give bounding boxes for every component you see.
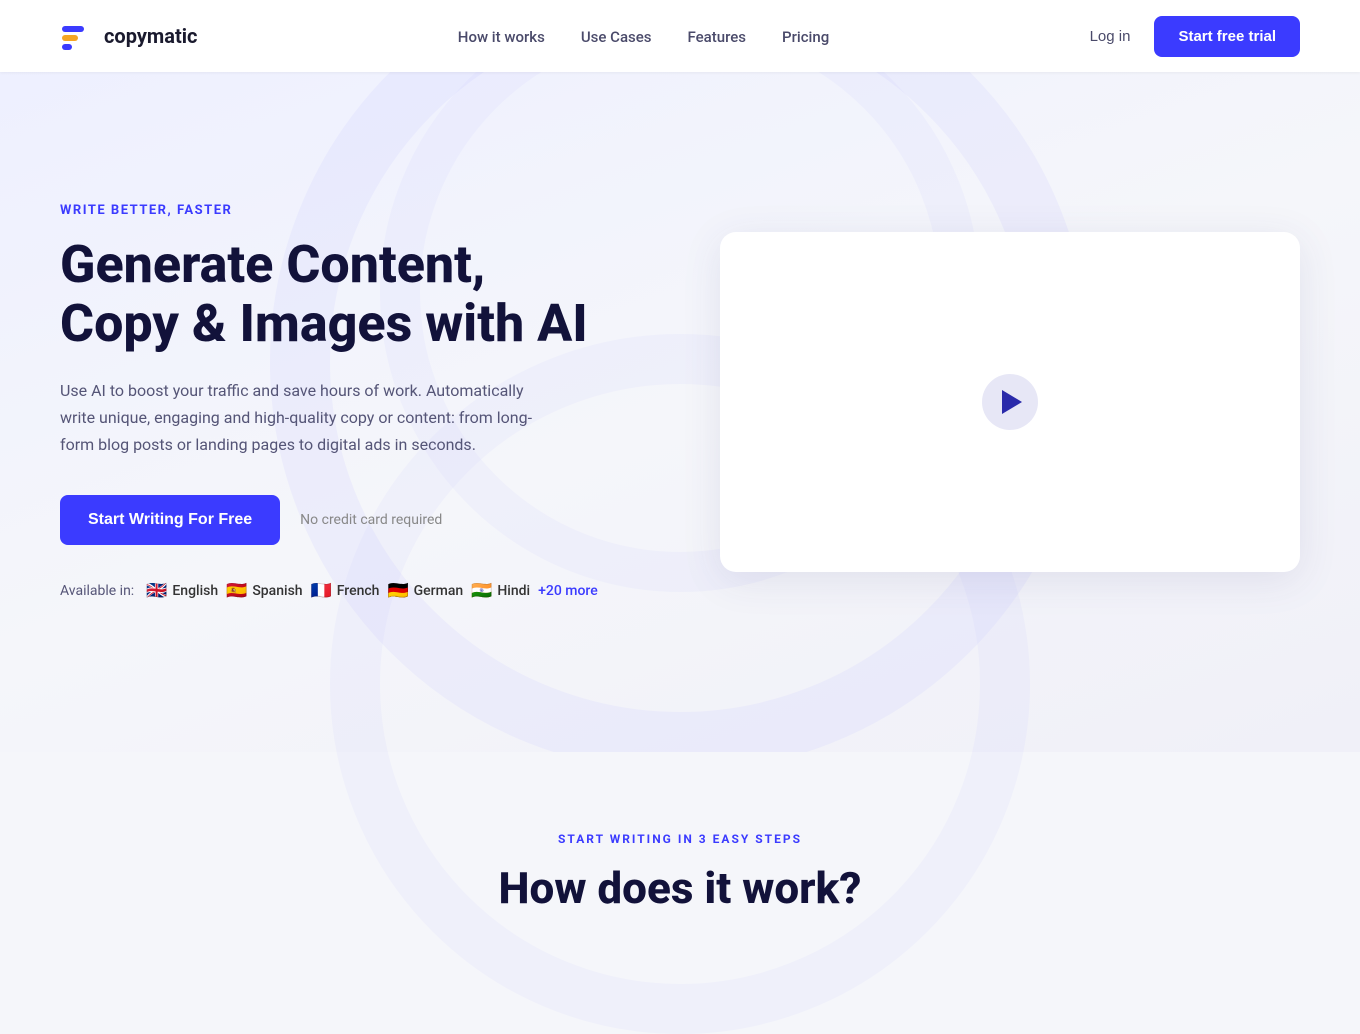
logo-icon — [60, 18, 96, 54]
hero-description: Use AI to boost your traffic and save ho… — [60, 377, 560, 459]
navbar: copymatic How it works Use Cases Feature… — [0, 0, 1360, 72]
german-flag: 🇩🇪 — [387, 581, 408, 601]
no-credit-label: No credit card required — [300, 512, 442, 528]
nav-how-it-works[interactable]: How it works — [458, 28, 545, 46]
hero-video-area — [640, 232, 1300, 572]
nav-features[interactable]: Features — [688, 28, 746, 46]
how-it-works-section: START WRITING IN 3 EASY STEPS How does i… — [0, 752, 1360, 974]
english-flag: 🇬🇧 — [146, 581, 167, 601]
hero-title: Generate Content, Copy & Images with AI — [60, 236, 640, 352]
german-label: German — [414, 583, 464, 599]
hero-section: WRITE BETTER, FASTER Generate Content, C… — [0, 72, 1360, 752]
play-icon — [1002, 390, 1022, 414]
steps-title: How does it work? — [60, 862, 1300, 914]
nav-right: Log in Start free trial — [1090, 16, 1300, 57]
start-writing-button[interactable]: Start Writing For Free — [60, 495, 280, 545]
nav-links: How it works Use Cases Features Pricing — [458, 27, 829, 46]
play-button[interactable] — [982, 374, 1038, 430]
french-flag: 🇫🇷 — [311, 581, 332, 601]
available-in: Available in: 🇬🇧 English 🇪🇸 Spanish 🇫🇷 F… — [60, 581, 640, 601]
lang-english: 🇬🇧 English — [146, 581, 218, 601]
nav-pricing[interactable]: Pricing — [782, 28, 829, 46]
english-label: English — [172, 583, 218, 599]
steps-eyebrow: START WRITING IN 3 EASY STEPS — [60, 832, 1300, 846]
hero-eyebrow: WRITE BETTER, FASTER — [60, 203, 640, 218]
french-label: French — [337, 583, 380, 599]
hero-content: WRITE BETTER, FASTER Generate Content, C… — [60, 203, 640, 600]
video-container[interactable] — [720, 232, 1300, 572]
logo-link[interactable]: copymatic — [60, 18, 197, 54]
spanish-flag: 🇪🇸 — [226, 581, 247, 601]
hero-title-line1: Generate Content, — [60, 234, 485, 295]
hindi-label: Hindi — [497, 583, 530, 599]
lang-hindi: 🇮🇳 Hindi — [471, 581, 530, 601]
logo-text: copymatic — [104, 24, 197, 48]
lang-spanish: 🇪🇸 Spanish — [226, 581, 302, 601]
hindi-flag: 🇮🇳 — [471, 581, 492, 601]
start-trial-button[interactable]: Start free trial — [1154, 16, 1300, 57]
login-button[interactable]: Log in — [1090, 28, 1131, 45]
hero-cta: Start Writing For Free No credit card re… — [60, 495, 640, 545]
hero-title-line2: Copy & Images with AI — [60, 293, 588, 354]
spanish-label: Spanish — [252, 583, 302, 599]
lang-german: 🇩🇪 German — [387, 581, 463, 601]
more-languages-link[interactable]: +20 more — [538, 583, 598, 599]
lang-french: 🇫🇷 French — [311, 581, 380, 601]
nav-use-cases[interactable]: Use Cases — [581, 28, 652, 46]
available-label: Available in: — [60, 583, 134, 599]
